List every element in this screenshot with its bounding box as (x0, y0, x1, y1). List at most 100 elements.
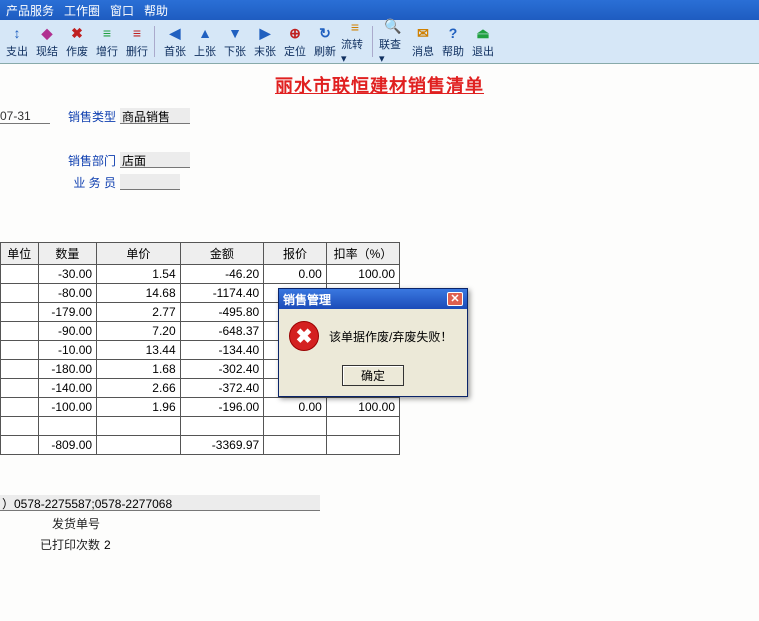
col-header[interactable]: 报价 (264, 243, 327, 265)
toolbar-增行-button[interactable]: ≡增行 (92, 22, 122, 61)
cell[interactable]: 2.66 (97, 379, 181, 398)
cell[interactable]: 0.00 (264, 398, 327, 417)
cell[interactable] (1, 284, 39, 303)
cell[interactable] (1, 417, 39, 436)
toolbar-删行-button[interactable]: ≡删行 (122, 22, 152, 61)
table-row[interactable]: -30.001.54-46.200.00100.00 (1, 265, 400, 284)
cell[interactable]: -100.00 (38, 398, 96, 417)
cell[interactable]: -30.00 (38, 265, 96, 284)
total-cell (1, 436, 39, 455)
cell[interactable] (1, 341, 39, 360)
ok-button[interactable]: 确定 (342, 365, 404, 386)
salesman-value[interactable] (120, 174, 180, 190)
menu-workcircle[interactable]: 工作圈 (64, 2, 100, 19)
dialog-titlebar[interactable]: 销售管理 ✕ (279, 289, 467, 309)
cell[interactable]: -179.00 (38, 303, 96, 322)
cell[interactable]: 14.68 (97, 284, 181, 303)
cell[interactable]: 0.00 (264, 265, 327, 284)
menu-product[interactable]: 产品服务 (6, 2, 54, 19)
cell[interactable]: -90.00 (38, 322, 96, 341)
toolbar-消息-button[interactable]: ✉消息 (408, 22, 438, 61)
toolbar-首张-button[interactable]: ◀首张 (160, 22, 190, 61)
cell[interactable]: 100.00 (326, 398, 399, 417)
cell[interactable] (1, 322, 39, 341)
cell[interactable]: 100.00 (326, 265, 399, 284)
toolbar-label: 下张 (224, 43, 246, 59)
cell[interactable]: 1.96 (97, 398, 181, 417)
col-header[interactable]: 单位 (1, 243, 39, 265)
toolbar-label: 现结 (36, 43, 58, 59)
page-title: 丽水市联恒建材销售清单 (0, 72, 759, 98)
col-header[interactable]: 数量 (38, 243, 96, 265)
table-row-empty[interactable] (1, 417, 400, 436)
cell[interactable] (1, 360, 39, 379)
total-cell: -809.00 (38, 436, 96, 455)
toolbar-定位-button[interactable]: ⊕定位 (280, 22, 310, 61)
toolbar-separator (372, 26, 376, 57)
toolbar-label: 删行 (126, 43, 148, 59)
cell[interactable]: -372.40 (180, 379, 264, 398)
cell[interactable]: -46.20 (180, 265, 264, 284)
联查-icon: 🔍 (384, 18, 402, 35)
toolbar-流转-button[interactable]: ≡流转 ▾ (340, 22, 370, 61)
cell[interactable] (1, 265, 39, 284)
cell[interactable]: 2.77 (97, 303, 181, 322)
toolbar-上张-button[interactable]: ▲上张 (190, 22, 220, 61)
sale-type-value[interactable]: 商品销售 (120, 108, 190, 124)
cell[interactable]: -302.40 (180, 360, 264, 379)
menu-window[interactable]: 窗口 (110, 2, 134, 19)
col-header[interactable]: 扣率（%） (326, 243, 399, 265)
cell[interactable] (264, 417, 327, 436)
cell[interactable]: -140.00 (38, 379, 96, 398)
toolbar-下张-button[interactable]: ▼下张 (220, 22, 250, 61)
toolbar-支出-button[interactable]: ↕支出 (2, 22, 32, 61)
col-header[interactable]: 单价 (97, 243, 181, 265)
menu-help[interactable]: 帮助 (144, 2, 168, 19)
cell[interactable]: 1.54 (97, 265, 181, 284)
close-icon[interactable]: ✕ (447, 292, 463, 306)
toolbar-label: 帮助 (442, 43, 464, 59)
cell[interactable] (1, 398, 39, 417)
cell[interactable]: 13.44 (97, 341, 181, 360)
增行-icon: ≡ (98, 24, 116, 42)
cell[interactable]: 7.20 (97, 322, 181, 341)
toolbar-帮助-button[interactable]: ?帮助 (438, 22, 468, 61)
toolbar-现结-button[interactable]: ◆现结 (32, 22, 62, 61)
toolbar-label: 末张 (254, 43, 276, 59)
toolbar-刷新-button[interactable]: ↻刷新 (310, 22, 340, 61)
sale-dept-value[interactable]: 店面 (120, 152, 190, 168)
cell[interactable]: 1.68 (97, 360, 181, 379)
cell[interactable] (180, 417, 264, 436)
支出-icon: ↕ (8, 24, 26, 42)
cell[interactable]: -495.80 (180, 303, 264, 322)
cell[interactable] (97, 417, 181, 436)
cell[interactable] (1, 379, 39, 398)
toolbar-label: 支出 (6, 43, 28, 59)
salesman-label: 业 务 员 (60, 174, 116, 191)
toolbar-退出-button[interactable]: ⏏退出 (468, 22, 498, 61)
cell[interactable] (38, 417, 96, 436)
col-header[interactable]: 金额 (180, 243, 264, 265)
toolbar-作废-button[interactable]: ✖作废 (62, 22, 92, 61)
toolbar-末张-button[interactable]: ▶末张 (250, 22, 280, 61)
cell[interactable]: -648.37 (180, 322, 264, 341)
toolbar-label: 消息 (412, 43, 434, 59)
table-total-row: -809.00-3369.97 (1, 436, 400, 455)
toolbar-label: 增行 (96, 43, 118, 59)
cell[interactable]: -134.40 (180, 341, 264, 360)
toolbar-label: 联查 ▾ (379, 36, 407, 65)
toolbar-联查-button[interactable]: 🔍联查 ▾ (378, 22, 408, 61)
total-cell (97, 436, 181, 455)
sale-type-label: 销售类型 (60, 108, 116, 125)
cell[interactable]: -1174.40 (180, 284, 264, 303)
print-count-label: 已打印次数 (0, 536, 100, 553)
cell[interactable]: -80.00 (38, 284, 96, 303)
cell[interactable]: -196.00 (180, 398, 264, 417)
cell[interactable]: -180.00 (38, 360, 96, 379)
print-count-value[interactable]: 2 (104, 538, 194, 552)
cell[interactable] (1, 303, 39, 322)
cell[interactable]: -10.00 (38, 341, 96, 360)
cell[interactable] (326, 417, 399, 436)
table-row[interactable]: -100.001.96-196.000.00100.00 (1, 398, 400, 417)
toolbar: ↕支出◆现结✖作废≡增行≡删行◀首张▲上张▼下张▶末张⊕定位↻刷新≡流转 ▾🔍联… (0, 20, 759, 64)
